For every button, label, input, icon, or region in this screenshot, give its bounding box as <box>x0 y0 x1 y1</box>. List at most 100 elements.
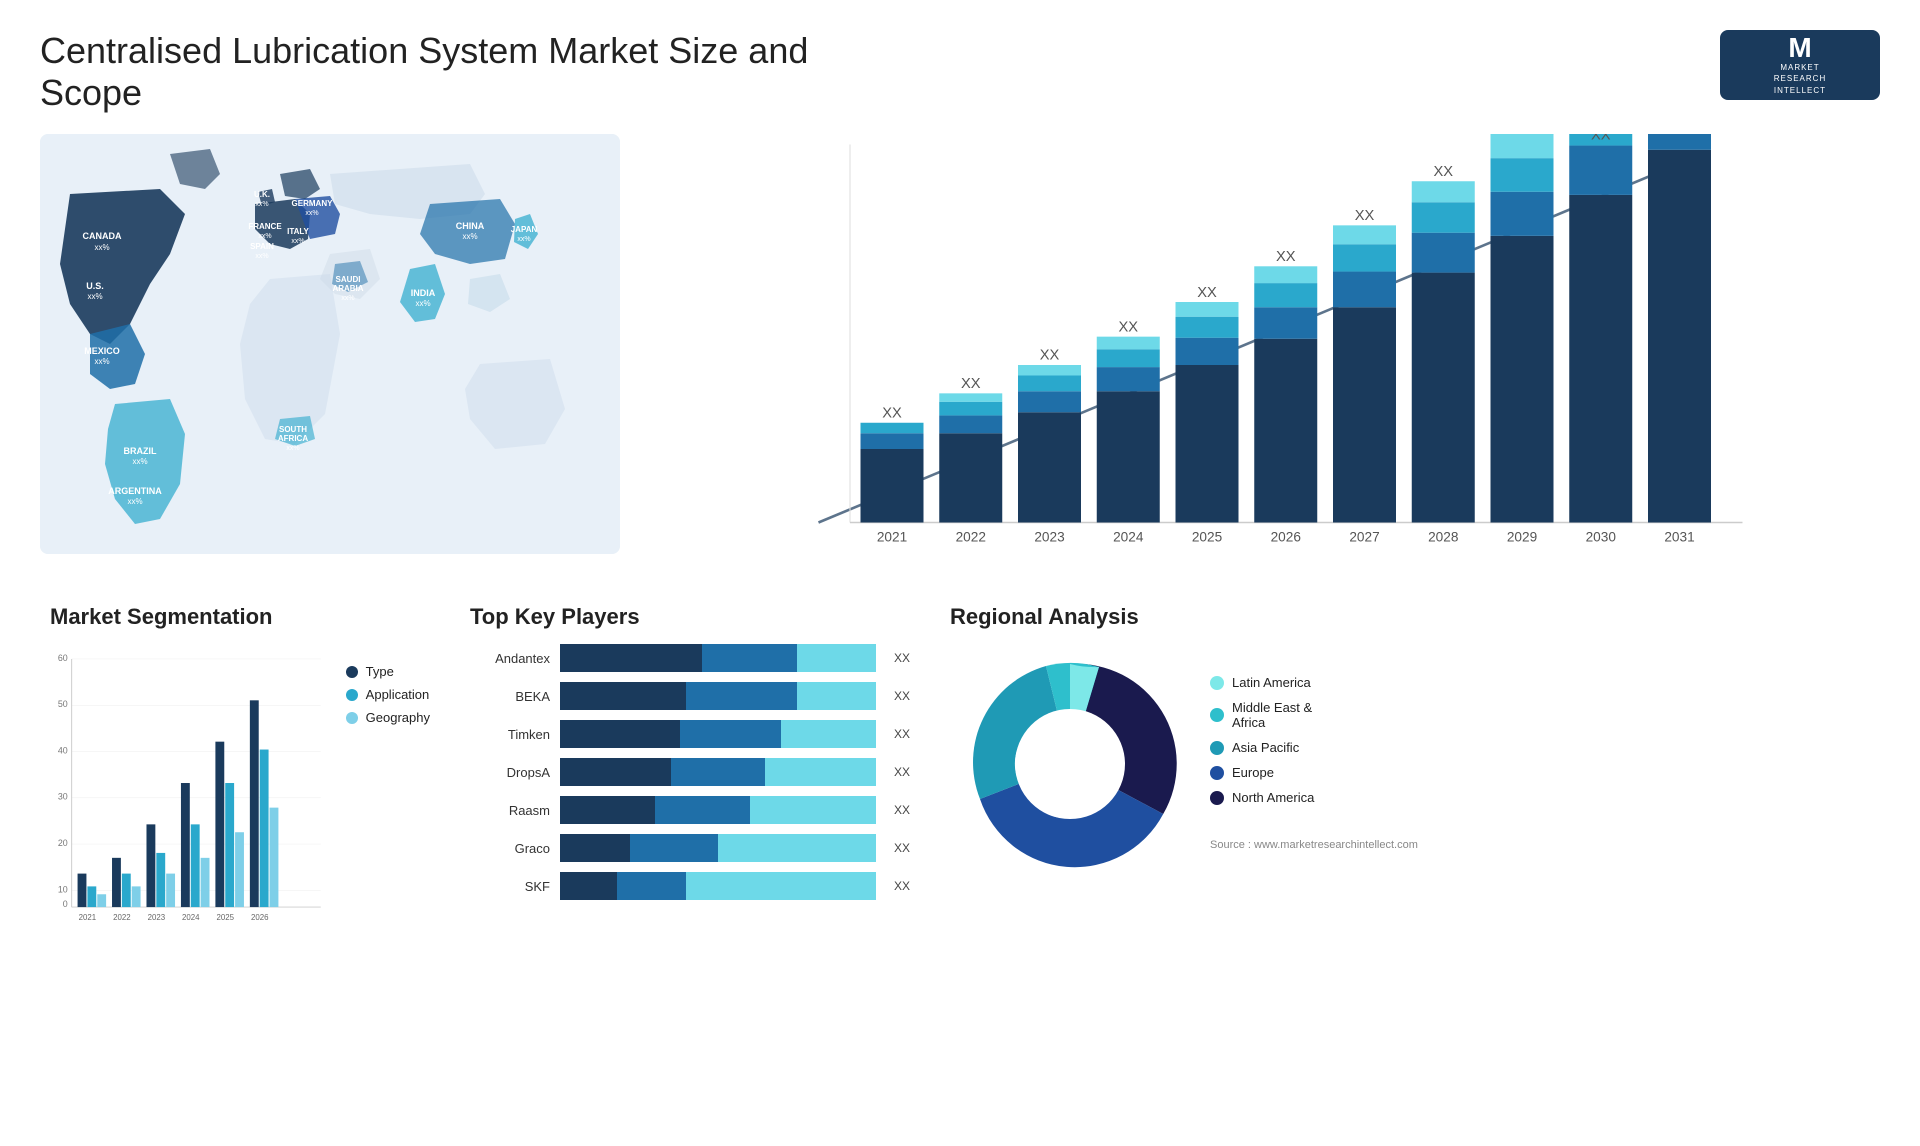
player-seg3 <box>781 720 876 748</box>
player-row-andantex: Andantex XX <box>470 644 910 672</box>
svg-text:2024: 2024 <box>1113 529 1144 544</box>
legend-type-dot <box>346 666 358 678</box>
player-seg2 <box>671 758 766 786</box>
player-name-raasm: Raasm <box>470 803 550 818</box>
player-name-andantex: Andantex <box>470 651 550 666</box>
legend-latin-america-dot <box>1210 676 1224 690</box>
svg-text:ARABIA: ARABIA <box>332 284 363 293</box>
legend-europe-label: Europe <box>1232 765 1274 780</box>
svg-text:40: 40 <box>58 745 68 755</box>
regional-section: Regional Analysis <box>940 594 1880 974</box>
regional-legend: Latin America Middle East &Africa Asia P… <box>1210 675 1418 853</box>
svg-text:2025: 2025 <box>1192 529 1223 544</box>
player-row-raasm: Raasm XX <box>470 796 910 824</box>
legend-north-america-label: North America <box>1232 790 1314 805</box>
player-name-dropsa: DropsA <box>470 765 550 780</box>
player-bar-timken <box>560 720 876 748</box>
legend-north-america: North America <box>1210 790 1418 805</box>
player-seg2 <box>630 834 718 862</box>
svg-text:xx%: xx% <box>341 295 354 302</box>
svg-text:xx%: xx% <box>517 236 530 243</box>
player-xx-raasm: XX <box>894 803 910 817</box>
player-name-timken: Timken <box>470 727 550 742</box>
legend-application: Application <box>346 687 430 702</box>
player-seg1 <box>560 644 702 672</box>
legend-asia-pacific: Asia Pacific <box>1210 740 1418 755</box>
svg-text:2022: 2022 <box>113 913 130 922</box>
svg-text:XX: XX <box>961 376 981 392</box>
player-seg1 <box>560 720 680 748</box>
player-seg3 <box>797 644 876 672</box>
donut-chart <box>950 644 1190 884</box>
svg-text:FRANCE: FRANCE <box>248 222 282 231</box>
legend-geography-label: Geography <box>366 710 430 725</box>
legend-application-label: Application <box>366 687 430 702</box>
svg-text:AFRICA: AFRICA <box>278 434 308 443</box>
player-seg2 <box>702 644 797 672</box>
players-list: Andantex XX BEKA XX Timken <box>470 644 910 900</box>
player-bar-skf <box>560 872 876 900</box>
legend-asia-pacific-label: Asia Pacific <box>1232 740 1299 755</box>
svg-text:XX: XX <box>1040 348 1060 364</box>
svg-text:xx%: xx% <box>127 497 142 506</box>
svg-text:50: 50 <box>58 699 68 709</box>
player-seg1 <box>560 872 617 900</box>
page-title: Centralised Lubrication System Market Si… <box>40 30 840 114</box>
svg-text:MEXICO: MEXICO <box>84 346 120 356</box>
player-xx-beka: XX <box>894 689 910 703</box>
player-xx-skf: XX <box>894 879 910 893</box>
svg-text:2025: 2025 <box>217 913 235 922</box>
legend-type: Type <box>346 664 430 679</box>
svg-text:xx%: xx% <box>286 445 299 452</box>
svg-text:XX: XX <box>1355 208 1375 224</box>
svg-text:2027: 2027 <box>1349 529 1379 544</box>
legend-asia-pacific-dot <box>1210 741 1224 755</box>
logo-text: MARKET RESEARCH INTELLECT <box>1774 62 1826 96</box>
player-seg3 <box>765 758 876 786</box>
player-row-timken: Timken XX <box>470 720 910 748</box>
player-xx-andantex: XX <box>894 651 910 665</box>
svg-text:xx%: xx% <box>255 201 268 208</box>
svg-text:xx%: xx% <box>94 243 109 252</box>
svg-text:GERMANY: GERMANY <box>292 199 334 208</box>
player-row-skf: SKF XX <box>470 872 910 900</box>
player-seg3 <box>797 682 876 710</box>
svg-text:2031: 2031 <box>1664 529 1694 544</box>
player-seg3 <box>750 796 876 824</box>
svg-text:xx%: xx% <box>94 357 109 366</box>
legend-north-america-dot <box>1210 791 1224 805</box>
player-row-dropsa: DropsA XX <box>470 758 910 786</box>
source-label: Source : www.marketresearchintellect.com <box>1210 839 1418 851</box>
top-section: CANADA xx% U.S. xx% MEXICO xx% BRAZIL xx… <box>40 134 1880 554</box>
svg-text:SPAIN: SPAIN <box>250 242 274 251</box>
player-seg2 <box>655 796 750 824</box>
legend-application-dot <box>346 689 358 701</box>
svg-text:ARGENTINA: ARGENTINA <box>108 486 162 496</box>
svg-text:SOUTH: SOUTH <box>279 425 307 434</box>
segmentation-legend: Type Application Geography <box>346 644 430 725</box>
svg-text:ITALY: ITALY <box>287 227 309 236</box>
legend-middle-east-dot <box>1210 708 1224 722</box>
player-name-graco: Graco <box>470 841 550 856</box>
svg-text:U.S.: U.S. <box>86 281 104 291</box>
player-seg3 <box>686 872 876 900</box>
svg-text:xx%: xx% <box>305 210 318 217</box>
svg-text:U.K.: U.K. <box>254 190 270 199</box>
player-seg3 <box>718 834 876 862</box>
svg-text:2026: 2026 <box>1271 529 1301 544</box>
legend-latin-america: Latin America <box>1210 675 1418 690</box>
player-xx-timken: XX <box>894 727 910 741</box>
svg-text:30: 30 <box>58 792 68 802</box>
player-bar-andantex <box>560 644 876 672</box>
regional-title: Regional Analysis <box>950 604 1870 630</box>
player-name-beka: BEKA <box>470 689 550 704</box>
legend-geography-dot <box>346 712 358 724</box>
legend-middle-east-label: Middle East &Africa <box>1232 700 1312 730</box>
world-map: CANADA xx% U.S. xx% MEXICO xx% BRAZIL xx… <box>40 134 620 554</box>
svg-text:XX: XX <box>1433 164 1453 180</box>
player-seg2 <box>617 872 687 900</box>
bottom-section: Market Segmentation 60 50 40 30 20 10 0 <box>40 594 1880 974</box>
player-xx-dropsa: XX <box>894 765 910 779</box>
player-xx-graco: XX <box>894 841 910 855</box>
svg-text:xx%: xx% <box>132 457 147 466</box>
